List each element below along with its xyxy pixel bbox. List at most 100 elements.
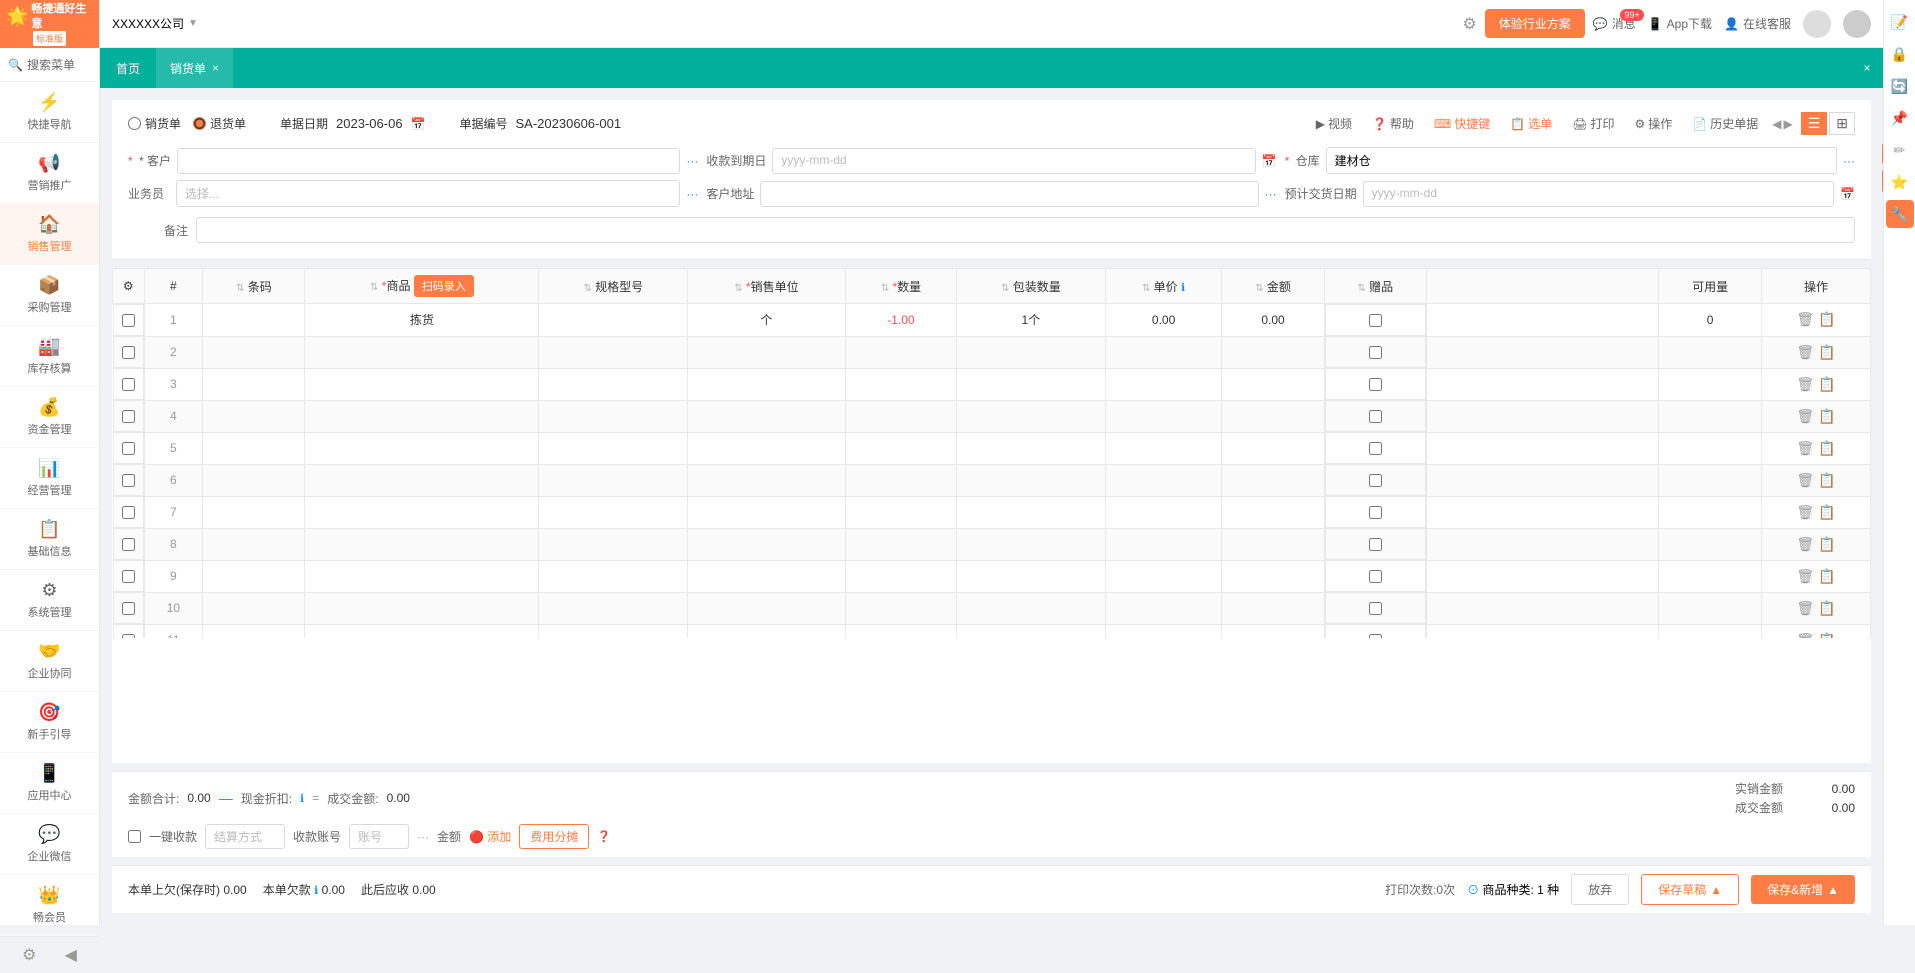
setup-button[interactable]: 设置 [1882,143,1884,165]
cell-barcode-7[interactable] [203,496,305,528]
cell-price-11[interactable] [1105,624,1222,638]
cell-barcode-5[interactable] [203,432,305,464]
cell-unit-9[interactable] [688,560,846,592]
delete-row-icon-5[interactable]: 🗑 [1796,440,1814,457]
company-selector[interactable]: XXXXXX公司 ▼ [112,15,1454,32]
copy-row-icon-9[interactable]: 📋 [1818,568,1835,585]
cell-pkgqty-6[interactable] [957,464,1106,496]
delete-row-icon-10[interactable]: 🗑 [1796,600,1814,617]
cell-checkbox-10[interactable] [113,592,144,624]
delete-row-icon-4[interactable]: 🗑 [1796,408,1814,425]
user-avatar-2[interactable] [1843,10,1871,38]
copy-row-icon-1[interactable]: 📋 [1818,311,1835,328]
list-view-btn[interactable]: ☰ [1801,112,1828,135]
cell-gift-7[interactable] [1325,496,1426,528]
cell-gift-9[interactable] [1325,560,1426,592]
cell-checkbox-5[interactable] [113,432,144,464]
cell-checkbox-11[interactable] [113,624,144,638]
cell-unit-4[interactable] [688,400,846,432]
cell-goods-7[interactable] [305,496,539,528]
customer-addr-input[interactable] [760,181,1258,207]
cell-unit-6[interactable] [688,464,846,496]
save-draft-button[interactable]: 保存草稿 ▲ [1641,874,1739,905]
right-panel-pencil-icon[interactable]: ✏ [1886,136,1914,164]
cell-unit-8[interactable] [688,528,846,560]
cell-spec-11[interactable] [539,624,688,638]
copy-row-icon-7[interactable]: 📋 [1818,504,1835,521]
cell-pkgqty-8[interactable] [957,528,1106,560]
salesperson-dots-icon[interactable]: ··· [686,187,698,201]
sidebar-item-system[interactable]: ⚙ 系统管理 [0,570,99,631]
cell-gift-4[interactable] [1325,400,1426,432]
sidebar-item-inventory[interactable]: 🏭 库存核算 [0,326,99,387]
cell-gift-8[interactable] [1325,528,1426,560]
print-btn[interactable]: 🖨 打印 [1566,113,1620,134]
cell-spec-10[interactable] [539,592,688,624]
cell-gift-1[interactable] [1325,304,1426,336]
customer-input[interactable] [177,148,680,174]
right-panel-orange-icon[interactable]: 🔧 [1886,200,1914,228]
cell-spec-7[interactable] [539,496,688,528]
cell-spec-8[interactable] [539,528,688,560]
cell-spec-5[interactable] [539,432,688,464]
cell-price-6[interactable] [1105,464,1222,496]
cell-goods-2[interactable] [305,336,539,368]
cell-price-8[interactable] [1105,528,1222,560]
cell-barcode-3[interactable] [203,368,305,400]
cell-amount-1[interactable]: 0.00 [1222,304,1324,337]
cell-goods-5[interactable] [305,432,539,464]
shortcut-btn[interactable]: ⌨ 快捷键 [1428,113,1496,134]
tab-close-all-button[interactable]: × [1851,48,1883,88]
th-settings[interactable]: ⚙ [113,269,145,304]
addr-dots-icon[interactable]: ··· [1265,187,1277,201]
video-btn[interactable]: ▶ 视频 [1310,113,1358,134]
cell-amount-3[interactable] [1222,368,1324,400]
radio-return[interactable]: 退货单 [193,115,246,132]
copy-row-icon-4[interactable]: 📋 [1818,408,1835,425]
cell-pkgqty-5[interactable] [957,432,1106,464]
history-btn[interactable]: 📄 历史单据 [1686,113,1764,134]
logistics-button[interactable]: + 物流 [1882,169,1884,193]
cell-pkgqty-11[interactable] [957,624,1106,638]
cell-gift-3[interactable] [1325,368,1426,400]
cell-gift-10[interactable] [1325,592,1426,624]
cell-gift-2[interactable] [1325,336,1426,368]
price-info-icon[interactable]: ℹ [1181,282,1185,294]
cell-amount-9[interactable] [1222,560,1324,592]
right-panel-lock-icon[interactable]: 🔒 [1886,40,1914,68]
cell-barcode-1[interactable] [203,304,305,337]
account-dots-icon[interactable]: ··· [417,830,429,844]
warehouse-dots-icon[interactable]: ··· [1843,154,1855,168]
collection-calendar-icon[interactable]: 📅 [1262,154,1277,168]
right-panel-pin-icon[interactable]: 📌 [1886,104,1914,132]
sidebar-item-basic[interactable]: 📋 基础信息 [0,509,99,570]
cell-unit-10[interactable] [688,592,846,624]
sidebar-item-marketing[interactable]: 📢 营销推广 [0,143,99,204]
cell-amount-6[interactable] [1222,464,1324,496]
copy-row-icon-5[interactable]: 📋 [1818,440,1835,457]
sidebar-item-management[interactable]: 📊 经营管理 [0,448,99,509]
cell-unit-11[interactable] [688,624,846,638]
cell-barcode-8[interactable] [203,528,305,560]
one-click-payment-checkbox[interactable] [128,830,141,843]
cell-unit-5[interactable] [688,432,846,464]
discount-info-icon[interactable]: ℹ [300,792,304,805]
cell-unit-7[interactable] [688,496,846,528]
sidebar-item-finance[interactable]: 💰 资金管理 [0,387,99,448]
cell-goods-6[interactable] [305,464,539,496]
sidebar-item-sales[interactable]: 🏠 销售管理 [0,204,99,265]
radio-sale[interactable]: 销货单 [128,115,181,132]
delete-row-icon-3[interactable]: 🗑 [1796,376,1814,393]
right-panel-refresh-icon[interactable]: 🔄 [1886,72,1914,100]
cell-goods-8[interactable] [305,528,539,560]
cell-spec-3[interactable] [539,368,688,400]
tab-close-icon[interactable]: × [212,61,219,75]
cell-price-10[interactable] [1105,592,1222,624]
cell-checkbox-7[interactable] [113,496,144,528]
cell-checkbox-8[interactable] [113,528,144,560]
copy-row-icon-3[interactable]: 📋 [1818,376,1835,393]
cell-amount-4[interactable] [1222,400,1324,432]
operate-btn[interactable]: ⚙ 操作 [1628,113,1678,134]
settings-icon[interactable]: ⚙ [1462,14,1476,34]
trial-button[interactable]: 体验行业方案 [1485,9,1585,38]
